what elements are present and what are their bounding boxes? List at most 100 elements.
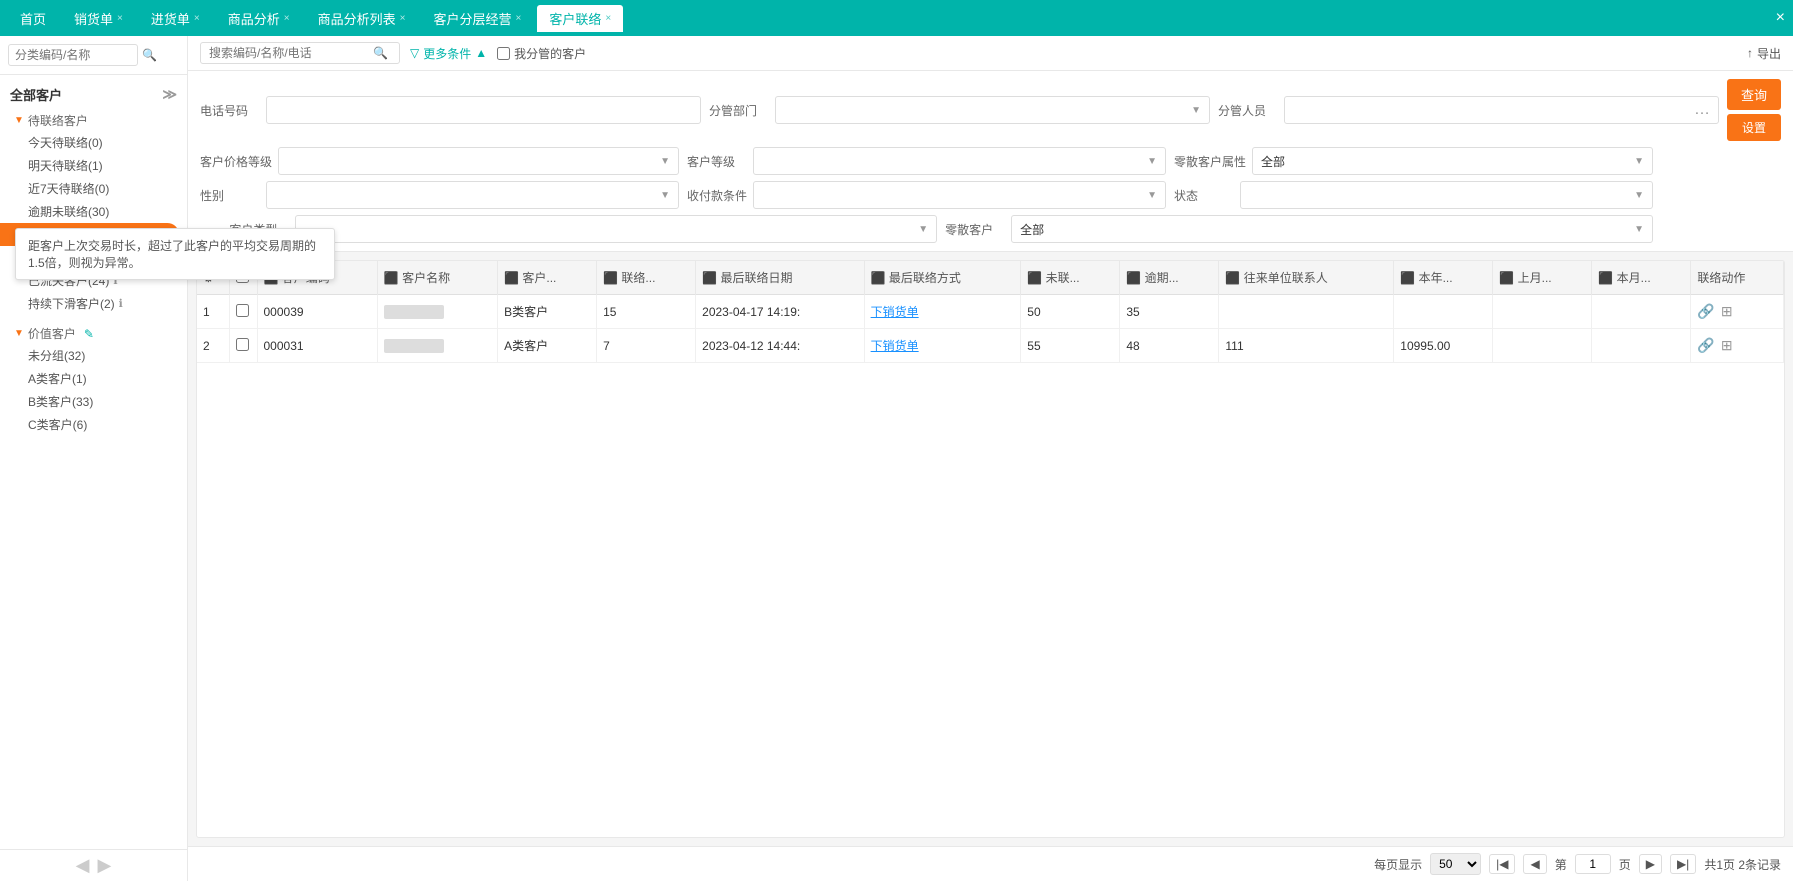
col-this-month[interactable]: ⬛ 本月...	[1592, 261, 1691, 295]
row2-link-icon[interactable]: 🔗	[1697, 337, 1714, 354]
col-contacts[interactable]: ⬛ 往来单位联系人	[1219, 261, 1394, 295]
row1-contact-count: 15	[597, 295, 696, 329]
collapse-icon[interactable]: ≫	[162, 86, 177, 103]
toolbar-search-icon[interactable]: 🔍	[373, 46, 388, 60]
my-customers-label[interactable]: 我分管的客户	[497, 45, 586, 62]
settings-button[interactable]: 设置	[1727, 114, 1781, 141]
status-select[interactable]: ▼	[1240, 181, 1653, 209]
close-analysis-list-tab[interactable]: ×	[400, 13, 406, 24]
person-select[interactable]: …	[1284, 96, 1719, 124]
sidebar-shrink-icon[interactable]: ▶	[98, 855, 112, 876]
payment-select[interactable]: ▼	[753, 181, 1166, 209]
row2-contact-count: 7	[597, 329, 696, 363]
row2-check[interactable]	[229, 329, 257, 363]
col-last-method[interactable]: ⬛ 最后联络方式	[864, 261, 1021, 295]
more-conditions-button[interactable]: ▽ 更多条件 ▲	[410, 45, 487, 62]
sidebar-item-tomorrow[interactable]: 明天待联络(1)	[0, 154, 187, 177]
prev-page-button[interactable]: ◀	[1523, 854, 1546, 874]
per-page-label: 每页显示	[1374, 856, 1422, 873]
row2-overdue: 48	[1120, 329, 1219, 363]
sort-icon-contacts: ⬛	[1225, 271, 1240, 285]
export-button[interactable]: ↑ 导出	[1747, 45, 1781, 62]
col-type[interactable]: ⬛ 客户...	[498, 261, 597, 295]
nav-tab-analysis[interactable]: 商品分析 ×	[216, 5, 302, 32]
close-sales-tab[interactable]: ×	[117, 13, 123, 24]
declining-info-icon[interactable]: ℹ	[119, 297, 123, 310]
row2-checkbox[interactable]	[236, 338, 249, 351]
main-layout: 🔍 全部客户 ≫ ▼ 待联络客户 今天待联络(0) 明天待联络(1) 近7天待联…	[0, 36, 1793, 881]
col-name[interactable]: ⬛ 客户名称	[377, 261, 497, 295]
sidebar-item-declining[interactable]: 持续下滑客户(2) ℹ	[0, 292, 187, 315]
row1-method-link[interactable]: 下销货单	[871, 305, 919, 319]
customer-grade-select[interactable]: ▼	[753, 147, 1166, 175]
next-page-button[interactable]: ▶	[1639, 854, 1662, 874]
sidebar-item-class-c[interactable]: C类客户(6)	[0, 413, 187, 436]
table-row: 1 000039 B类客户 15 2023-04-17 14:19: 下销货单 …	[197, 295, 1784, 329]
sidebar-item-overdue[interactable]: 逾期未联络(30)	[0, 200, 187, 223]
sidebar-search-icon[interactable]: 🔍	[142, 48, 157, 62]
col-this-year[interactable]: ⬛ 本年...	[1394, 261, 1493, 295]
blurred-name-1	[384, 305, 444, 319]
row2-method-link[interactable]: 下销货单	[871, 339, 919, 353]
page-input[interactable]	[1575, 854, 1611, 874]
first-page-button[interactable]: |◀	[1489, 854, 1515, 874]
row1-code: 000039	[257, 295, 377, 329]
sidebar-expand-icon[interactable]: ◀	[76, 855, 90, 876]
gender-select[interactable]: ▼	[266, 181, 679, 209]
last-page-button[interactable]: ▶|	[1670, 854, 1696, 874]
close-purchase-tab[interactable]: ×	[194, 13, 200, 24]
triangle-icon: ▼	[14, 115, 24, 126]
price-grade-select[interactable]: ▼	[278, 147, 679, 175]
filter-row-3: 性别 ▼ 收付款条件 ▼ 状态	[200, 181, 1781, 209]
dept-select[interactable]: ▼	[775, 96, 1210, 124]
close-analysis-tab[interactable]: ×	[284, 13, 290, 24]
row1-link-icon[interactable]: 🔗	[1697, 303, 1714, 320]
col-overdue[interactable]: ⬛ 逾期...	[1120, 261, 1219, 295]
toolbar-search-input[interactable]	[209, 46, 369, 60]
person-more-icon[interactable]: …	[1694, 101, 1710, 119]
sidebar-item-class-a[interactable]: A类客户(1)	[0, 367, 187, 390]
sidebar-item-ungrouped[interactable]: 未分组(32)	[0, 344, 187, 367]
sort-icon-name: ⬛	[384, 271, 399, 285]
sidebar-item-7days[interactable]: 近7天待联络(0)	[0, 177, 187, 200]
window-close-button[interactable]: ×	[1776, 9, 1785, 27]
nav-tab-customer-contact[interactable]: 客户联络 ×	[537, 5, 623, 32]
close-segment-tab[interactable]: ×	[515, 13, 521, 24]
col-contact[interactable]: ⬛ 联络...	[597, 261, 696, 295]
query-button[interactable]: 查询	[1727, 79, 1781, 110]
sidebar-search-input[interactable]	[8, 44, 138, 66]
nav-tab-customer-segment[interactable]: 客户分层经营 ×	[421, 5, 533, 32]
sidebar-tree: 全部客户 ≫ ▼ 待联络客户 今天待联络(0) 明天待联络(1) 近7天待联络(…	[0, 75, 187, 849]
row1-contacts	[1219, 295, 1394, 329]
all-customers-header[interactable]: 全部客户 ≫	[0, 81, 187, 108]
nav-tab-home[interactable]: 首页	[8, 5, 58, 32]
customer-type-select[interactable]: ▼	[295, 215, 937, 243]
row2-grid-icon[interactable]: ⊞	[1721, 337, 1733, 354]
col-last-date[interactable]: ⬛ 最后联络日期	[696, 261, 864, 295]
row1-num: 1	[197, 295, 229, 329]
my-customers-checkbox[interactable]	[497, 47, 510, 60]
sidebar-item-today[interactable]: 今天待联络(0)	[0, 131, 187, 154]
retail-customer-label: 零散客户	[945, 221, 1005, 238]
row1-grid-icon[interactable]: ⊞	[1721, 303, 1733, 320]
retail-customer-select[interactable]: 全部 ▼	[1011, 215, 1653, 243]
page-label: 第	[1555, 856, 1567, 873]
pending-contact-group[interactable]: ▼ 待联络客户	[0, 108, 187, 131]
retail-attr-select[interactable]: 全部 ▼	[1252, 147, 1653, 175]
nav-tab-purchase[interactable]: 进货单 ×	[139, 5, 212, 32]
value-edit-icon[interactable]: ✎	[84, 327, 94, 341]
row2-last-month	[1493, 329, 1592, 363]
row1-check[interactable]	[229, 295, 257, 329]
page-size-select[interactable]: 50 100 200	[1430, 853, 1481, 875]
row1-checkbox[interactable]	[236, 304, 249, 317]
col-last-month[interactable]: ⬛ 上月...	[1493, 261, 1592, 295]
col-unlink[interactable]: ⬛ 未联...	[1021, 261, 1120, 295]
value-customers-group[interactable]: ▼ 价值客户 ✎	[0, 321, 187, 344]
sort-icon-method: ⬛	[871, 271, 886, 285]
phone-input[interactable]	[266, 96, 701, 124]
sidebar-item-class-b[interactable]: B类客户(33)	[0, 390, 187, 413]
close-contact-tab[interactable]: ×	[605, 13, 611, 24]
row2-unlink: 55	[1021, 329, 1120, 363]
nav-tab-analysis-list[interactable]: 商品分析列表 ×	[306, 5, 418, 32]
nav-tab-sales[interactable]: 销货单 ×	[62, 5, 135, 32]
